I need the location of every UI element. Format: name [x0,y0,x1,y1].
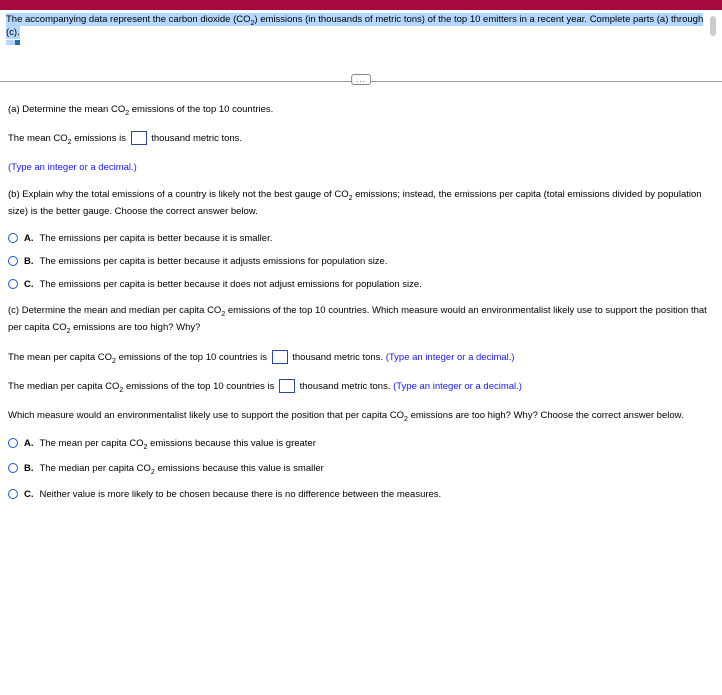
part-b-option-a[interactable]: A. The emissions per capita is better be… [8,232,714,245]
radio-icon[interactable] [8,489,18,499]
option-text: The emissions per capita is better becau… [40,255,715,268]
part-c-mean-line: The mean per capita CO2 emissions of the… [8,350,714,367]
opt-b-post: emissions because this value is smaller [155,463,324,474]
radio-icon[interactable] [8,438,18,448]
option-text: The mean per capita CO2 emissions becaus… [40,437,715,453]
option-letter: B. [24,255,34,268]
radio-icon[interactable] [8,256,18,266]
prompt-text-highlight: The accompanying data represent the carb… [6,13,703,39]
part-c-post: emissions are too high? Why? [71,322,201,333]
part-c-followup: Which measure would an environmentalist … [8,408,714,425]
option-text: The median per capita CO2 emissions beca… [40,462,715,478]
question-body: (a) Determine the mean CO2 emissions of … [0,102,722,532]
c-median-pre: The median per capita CO [8,381,119,392]
top-brand-bar [0,0,722,10]
part-a-pre: (a) Determine the mean CO [8,104,125,115]
option-letter: C. [24,278,34,291]
opt-a-pre: The mean per capita CO [40,438,144,449]
part-a-question: (a) Determine the mean CO2 emissions of … [8,102,714,119]
opt-a-post: emissions because this value is greater [147,438,315,449]
opt-b-pre: The median per capita CO [40,463,151,474]
part-b-option-c[interactable]: C. The emissions per capita is better be… [8,278,714,291]
c-mean-hint: (Type an integer or a decimal.) [386,352,515,363]
part-a-hint: (Type an integer or a decimal.) [8,160,714,175]
c-median-mid: emissions of the top 10 countries is [123,381,277,392]
part-c-median-line: The median per capita CO2 emissions of t… [8,379,714,396]
part-a-ans-post: thousand metric tons. [149,133,242,144]
part-c-pre: (c) Determine the mean and median per ca… [8,305,221,316]
question-header: The accompanying data represent the carb… [0,10,722,51]
expand-ellipsis-button[interactable]: ... [351,74,371,85]
option-text: Neither value is more likely to be chose… [40,488,715,501]
option-letter: A. [24,232,34,245]
mean-emissions-input[interactable] [131,131,147,145]
part-b-option-b[interactable]: B. The emissions per capita is better be… [8,255,714,268]
progress-indicator [6,40,20,45]
option-text: The emissions per capita is better becau… [40,232,715,245]
part-a-ans-pre: The mean CO [8,133,68,144]
radio-icon[interactable] [8,233,18,243]
c-mean-mid: emissions of the top 10 countries is [116,352,270,363]
part-c-option-c[interactable]: C. Neither value is more likely to be ch… [8,488,714,501]
prompt-part1: The accompanying data represent the carb… [6,14,251,25]
section-divider: ... [0,81,722,82]
part-a-answer-line: The mean CO2 emissions is thousand metri… [8,131,714,148]
option-letter: C. [24,488,34,501]
option-letter: A. [24,437,34,450]
part-c-question: (c) Determine the mean and median per ca… [8,303,714,337]
part-b-options: A. The emissions per capita is better be… [8,232,714,292]
c-mean-pre: The mean per capita CO [8,352,112,363]
part-c-option-a[interactable]: A. The mean per capita CO2 emissions bec… [8,437,714,453]
median-per-capita-input[interactable] [279,379,295,393]
radio-icon[interactable] [8,463,18,473]
part-b-question: (b) Explain why the total emissions of a… [8,187,714,219]
c-median-post: thousand metric tons. [297,381,393,392]
mean-per-capita-input[interactable] [272,350,288,364]
option-text: The emissions per capita is better becau… [40,278,715,291]
c-follow-pre: Which measure would an environmentalist … [8,410,404,421]
c-mean-post: thousand metric tons. [290,352,386,363]
scrollbar-thumb[interactable] [710,16,716,36]
c-median-hint: (Type an integer or a decimal.) [393,381,522,392]
part-c-options: A. The mean per capita CO2 emissions bec… [8,437,714,502]
part-a-ans-mid: emissions is [72,133,129,144]
part-a-post: emissions of the top 10 countries. [129,104,273,115]
option-letter: B. [24,462,34,475]
part-b-pre: (b) Explain why the total emissions of a… [8,189,349,200]
part-c-option-b[interactable]: B. The median per capita CO2 emissions b… [8,462,714,478]
c-follow-post: emissions are too high? Why? Choose the … [408,410,684,421]
radio-icon[interactable] [8,279,18,289]
